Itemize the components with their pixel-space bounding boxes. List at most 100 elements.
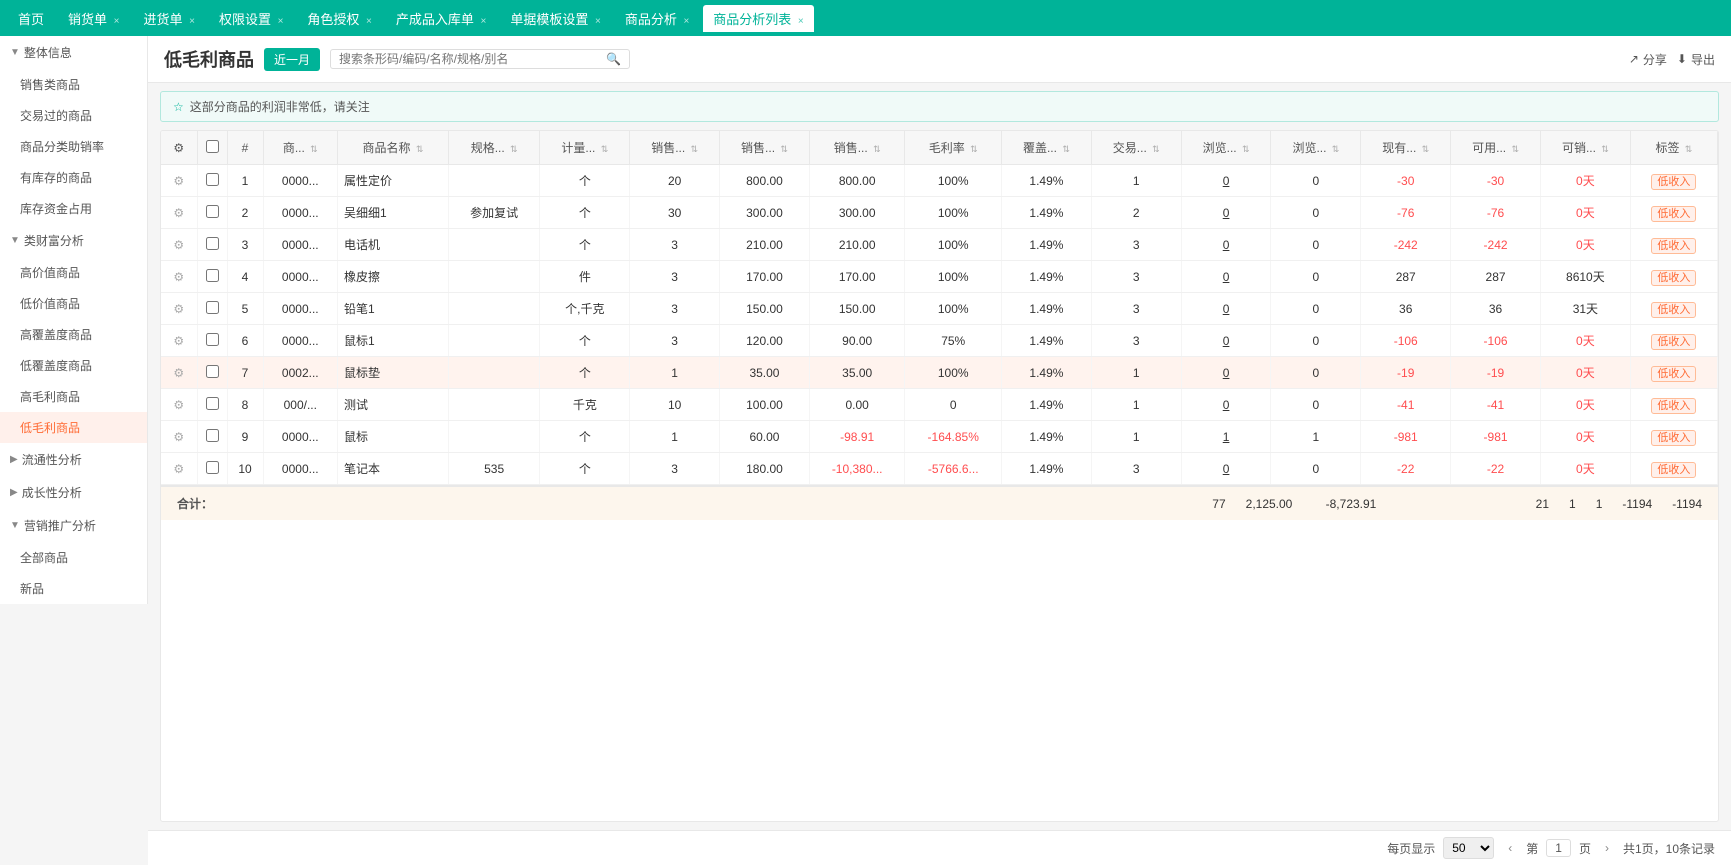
col-sales-profit[interactable]: 销售... ⇅ — [809, 131, 905, 165]
nav-home[interactable]: 首页 — [8, 5, 54, 32]
row-settings[interactable]: ⚙ — [161, 197, 197, 229]
row-views1[interactable]: 0 — [1181, 453, 1271, 485]
row-settings[interactable]: ⚙ — [161, 325, 197, 357]
col-coverage[interactable]: 覆盖... ⇅ — [1002, 131, 1092, 165]
sidebar-item-low-coverage[interactable]: 低覆盖度商品 — [0, 350, 147, 381]
row-checkbox[interactable] — [206, 333, 219, 346]
nav-product-analysis[interactable]: 商品分析 × — [615, 5, 699, 32]
col-transactions[interactable]: 交易... ⇅ — [1091, 131, 1181, 165]
close-sales-order-icon[interactable]: × — [114, 16, 120, 27]
nav-sales-order[interactable]: 销货单 × — [58, 5, 129, 32]
close-product-analysis-list-icon[interactable]: × — [798, 16, 804, 27]
row-settings[interactable]: ⚙ — [161, 453, 197, 485]
row-checkbox[interactable] — [206, 237, 219, 250]
row-settings[interactable]: ⚙ — [161, 293, 197, 325]
search-icon[interactable]: 🔍 — [606, 52, 621, 66]
row-checkbox[interactable] — [206, 397, 219, 410]
row-views1[interactable]: 1 — [1181, 421, 1271, 453]
close-template-settings-icon[interactable]: × — [595, 16, 601, 27]
prev-page-button[interactable]: ‹ — [1502, 839, 1518, 857]
col-sales-price[interactable]: 销售... ⇅ — [720, 131, 810, 165]
sidebar-item-capital-usage[interactable]: 库存资金占用 — [0, 193, 147, 224]
row-settings[interactable]: ⚙ — [161, 165, 197, 197]
nav-product-entry[interactable]: 产成品入库单 × — [386, 5, 496, 32]
sidebar-item-traded-products[interactable]: 交易过的商品 — [0, 100, 147, 131]
row-check[interactable] — [197, 357, 227, 389]
next-page-button[interactable]: › — [1599, 839, 1615, 857]
nav-role-auth[interactable]: 角色授权 × — [297, 5, 381, 32]
filter-recent-month-button[interactable]: 近一月 — [264, 48, 320, 71]
row-views1[interactable]: 0 — [1181, 165, 1271, 197]
sidebar-item-low-margin[interactable]: 低毛利商品 — [0, 412, 147, 443]
row-check[interactable] — [197, 197, 227, 229]
row-check[interactable] — [197, 229, 227, 261]
share-button[interactable]: ↗ 分享 — [1629, 51, 1667, 68]
row-views1[interactable]: 0 — [1181, 197, 1271, 229]
row-checkbox[interactable] — [206, 365, 219, 378]
row-check[interactable] — [197, 261, 227, 293]
row-settings[interactable]: ⚙ — [161, 261, 197, 293]
row-settings[interactable]: ⚙ — [161, 421, 197, 453]
sidebar-item-sales-products[interactable]: 销售类商品 — [0, 69, 147, 100]
row-views1[interactable]: 0 — [1181, 389, 1271, 421]
sidebar-item-in-stock[interactable]: 有库存的商品 — [0, 162, 147, 193]
row-check[interactable] — [197, 453, 227, 485]
select-all-checkbox[interactable] — [206, 140, 219, 153]
col-tag[interactable]: 标签 ⇅ — [1630, 131, 1717, 165]
search-input[interactable] — [339, 52, 606, 66]
row-check[interactable] — [197, 389, 227, 421]
col-name[interactable]: 商品名称 ⇅ — [338, 131, 449, 165]
nav-template-settings[interactable]: 单据模板设置 × — [500, 5, 610, 32]
col-sellable-days[interactable]: 可销... ⇅ — [1540, 131, 1630, 165]
sidebar-item-all-products[interactable]: 全部商品 — [0, 542, 147, 573]
close-product-entry-icon[interactable]: × — [481, 16, 487, 27]
col-spec[interactable]: 规格... ⇅ — [448, 131, 540, 165]
row-views1[interactable]: 0 — [1181, 293, 1271, 325]
row-views1[interactable]: 0 — [1181, 261, 1271, 293]
row-settings[interactable]: ⚙ — [161, 389, 197, 421]
row-settings[interactable]: ⚙ — [161, 229, 197, 261]
sidebar-group-wealth[interactable]: ▼ 类财富分析 — [0, 224, 147, 257]
col-settings[interactable]: ⚙ — [161, 131, 197, 165]
row-checkbox[interactable] — [206, 173, 219, 186]
sidebar-group-overall[interactable]: ▼ 整体信息 — [0, 36, 147, 69]
row-views1[interactable]: 0 — [1181, 357, 1271, 389]
nav-permissions[interactable]: 权限设置 × — [209, 5, 293, 32]
col-current-stock[interactable]: 现有... ⇅ — [1361, 131, 1451, 165]
col-available-stock[interactable]: 可用... ⇅ — [1451, 131, 1541, 165]
row-checkbox[interactable] — [206, 205, 219, 218]
row-checkbox[interactable] — [206, 429, 219, 442]
row-checkbox[interactable] — [206, 269, 219, 282]
nav-purchase-order[interactable]: 进货单 × — [133, 5, 204, 32]
sidebar-item-high-margin[interactable]: 高毛利商品 — [0, 381, 147, 412]
sidebar-item-low-value[interactable]: 低价值商品 — [0, 288, 147, 319]
sidebar-group-growth[interactable]: ▶ 成长性分析 — [0, 476, 147, 509]
row-check[interactable] — [197, 421, 227, 453]
col-sales-qty[interactable]: 销售... ⇅ — [630, 131, 720, 165]
col-unit[interactable]: 计量... ⇅ — [540, 131, 630, 165]
row-checkbox[interactable] — [206, 301, 219, 314]
sidebar-item-high-coverage[interactable]: 高覆盖度商品 — [0, 319, 147, 350]
row-checkbox[interactable] — [206, 461, 219, 474]
col-check[interactable] — [197, 131, 227, 165]
col-code[interactable]: 商... ⇅ — [263, 131, 338, 165]
sidebar-item-new-products[interactable]: 新品 — [0, 573, 147, 604]
row-settings[interactable]: ⚙ — [161, 357, 197, 389]
nav-product-analysis-list[interactable]: 商品分析列表 × — [703, 5, 813, 32]
sidebar-group-liquidity[interactable]: ▶ 流通性分析 — [0, 443, 147, 476]
close-purchase-order-icon[interactable]: × — [189, 16, 195, 27]
row-check[interactable] — [197, 325, 227, 357]
close-product-analysis-icon[interactable]: × — [683, 16, 689, 27]
close-permissions-icon[interactable]: × — [278, 16, 284, 27]
per-page-select[interactable]: 50 20 100 — [1443, 837, 1494, 859]
close-role-auth-icon[interactable]: × — [366, 16, 372, 27]
row-views1[interactable]: 0 — [1181, 325, 1271, 357]
sidebar-group-marketing[interactable]: ▼ 营销推广分析 — [0, 509, 147, 542]
row-check[interactable] — [197, 165, 227, 197]
col-views1[interactable]: 浏览... ⇅ — [1181, 131, 1271, 165]
sidebar-item-high-value[interactable]: 高价值商品 — [0, 257, 147, 288]
row-views1[interactable]: 0 — [1181, 229, 1271, 261]
col-gross-margin[interactable]: 毛利率 ⇅ — [905, 131, 1002, 165]
export-button[interactable]: ⬇ 导出 — [1677, 51, 1715, 68]
row-check[interactable] — [197, 293, 227, 325]
